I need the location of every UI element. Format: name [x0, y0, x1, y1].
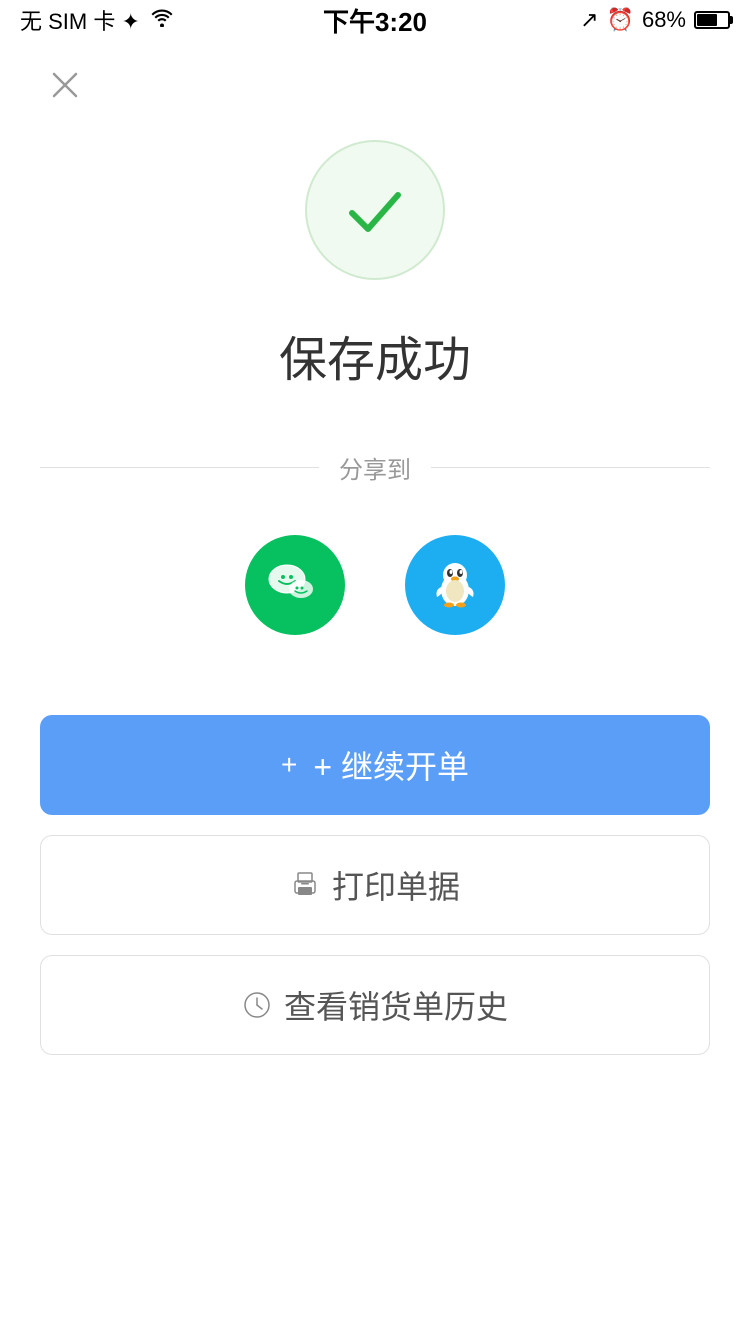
alarm-icon: ⏰ — [607, 7, 634, 33]
continue-label: + 继续开单 — [313, 742, 469, 788]
battery-fill — [697, 14, 717, 26]
main-content: 保存成功 分享到 — [0, 40, 750, 1334]
checkmark-icon — [340, 175, 410, 245]
history-label: 查看销货单历史 — [284, 982, 508, 1028]
history-button[interactable]: 查看销货单历史 — [40, 955, 710, 1055]
qq-share-button[interactable] — [405, 535, 505, 635]
continue-button[interactable]: + + 继续开单 — [40, 715, 710, 815]
success-title: 保存成功 — [279, 320, 471, 390]
share-divider: 分享到 — [40, 450, 710, 485]
share-line-left — [40, 467, 319, 468]
status-left: 无 SIM 卡 ✦ — [20, 4, 174, 36]
status-right: ↗ ⏰ 68% — [580, 7, 730, 33]
printer-icon — [290, 871, 320, 899]
print-button[interactable]: 打印单据 — [40, 835, 710, 935]
action-buttons: + + 继续开单 打印单据 — [40, 715, 710, 1055]
share-line-right — [431, 467, 710, 468]
location-icon: ↗ — [580, 7, 598, 33]
close-button[interactable] — [40, 60, 90, 110]
wifi-icon — [150, 7, 174, 33]
wechat-share-button[interactable] — [245, 535, 345, 635]
battery-percent: 68% — [642, 7, 686, 33]
status-bar: 无 SIM 卡 ✦ 下午3:20 ↗ ⏰ 68% — [0, 0, 750, 40]
success-icon-circle — [305, 140, 445, 280]
wechat-icon — [265, 555, 325, 615]
qq-icon — [425, 555, 485, 615]
clock-icon — [242, 990, 272, 1020]
battery-icon — [694, 11, 730, 29]
share-label: 分享到 — [319, 450, 431, 485]
share-icons-row — [245, 535, 505, 635]
no-sim-label: 无 SIM 卡 ✦ — [20, 4, 140, 36]
plus-icon: + — [281, 749, 297, 781]
print-label: 打印单据 — [332, 862, 460, 908]
status-time: 下午3:20 — [323, 2, 427, 39]
